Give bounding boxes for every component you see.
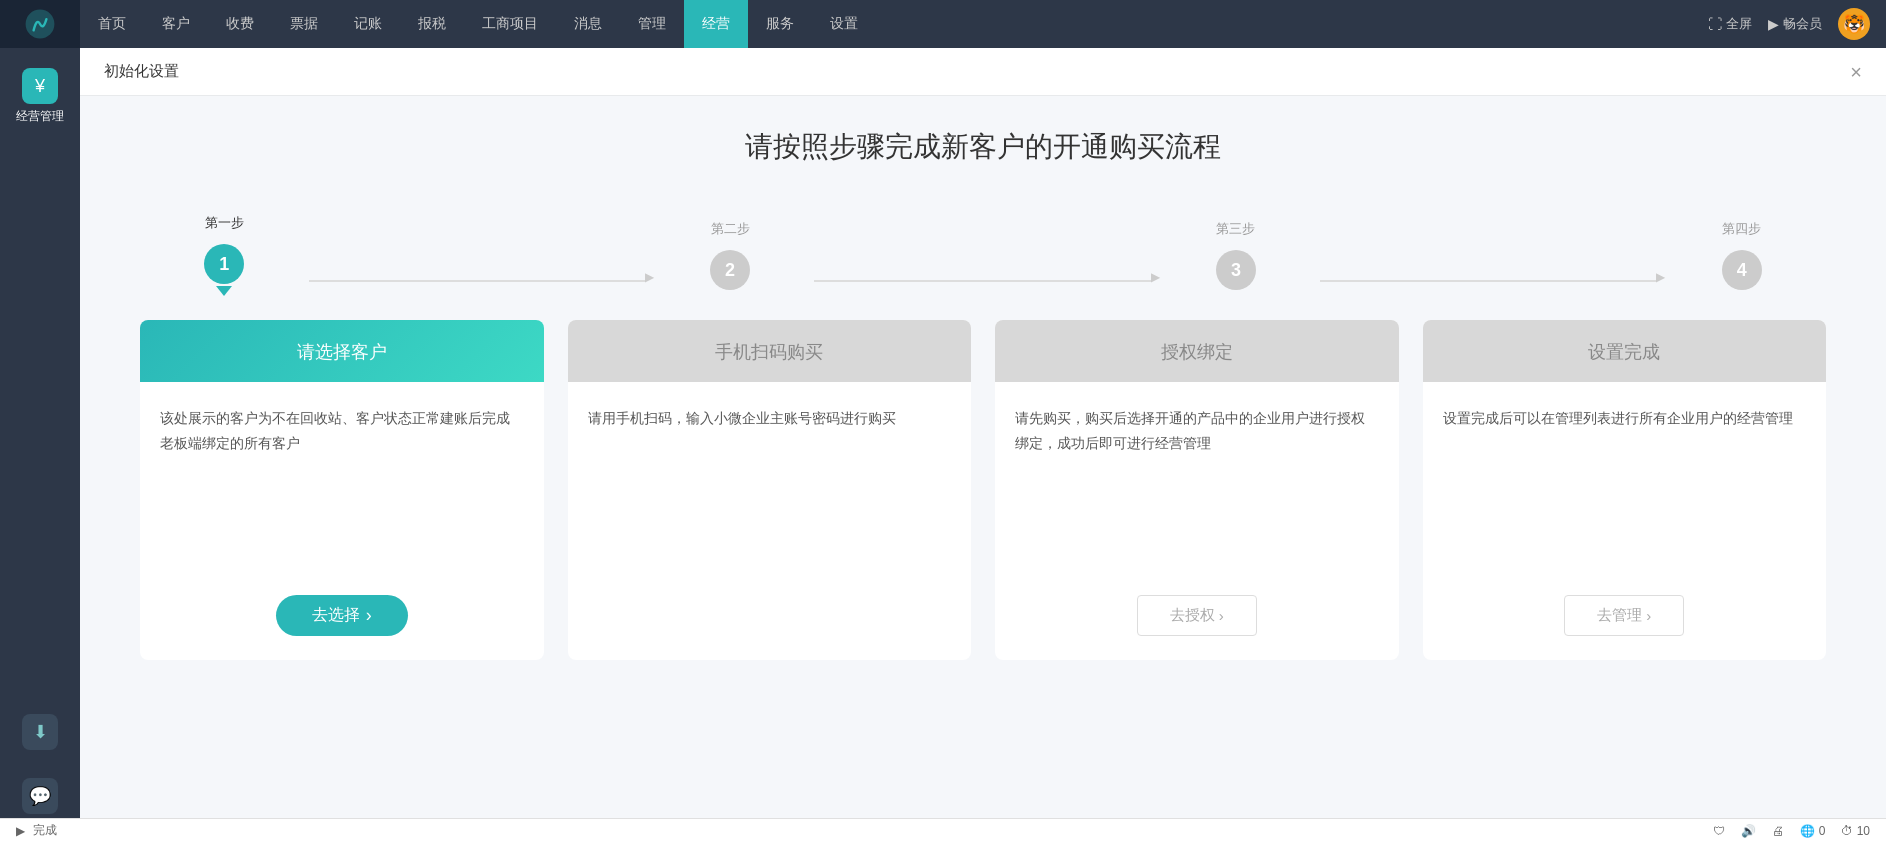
go-manage-label: 去管理 [1597,606,1642,625]
main-title: 请按照步骤完成新客户的开通购买流程 [140,128,1826,166]
logo[interactable] [0,0,80,48]
go-manage-arrow: › [1646,607,1651,624]
avatar[interactable]: 🐯 [1838,8,1870,40]
sidebar-item-download[interactable]: ⬇ [0,702,80,762]
step-1-label: 第一步 [205,214,244,232]
close-button[interactable]: × [1850,62,1862,82]
chat-icon: 💬 [22,778,58,814]
fullscreen-btn[interactable]: ⛶ 全屏 [1708,15,1752,33]
statusbar: ▶ 完成 🛡 🔊 🖨 🌐 0 ⏱ 10 [0,818,1886,842]
print-icon: 🖨 [1772,824,1784,838]
nav-item-settings[interactable]: 设置 [812,0,876,48]
sidebar: ¥ 经营管理 ⬇ 💬 [0,48,80,842]
operation-icon: ¥ [22,68,58,104]
download-icon: ⬇ [22,714,58,750]
nav-item-home[interactable]: 首页 [80,0,144,48]
step-2-circle: 2 [710,250,750,290]
card-1-body: 该处展示的客户为不在回收站、客户状态正常建账后完成老板端绑定的所有客户 [140,382,544,579]
nav-item-service[interactable]: 服务 [748,0,812,48]
step-3-label: 第三步 [1216,220,1255,238]
time-status: ⏱ 10 [1841,824,1870,838]
sidebar-item-operation[interactable]: ¥ 经营管理 [0,56,80,137]
nav-item-account[interactable]: 记账 [336,0,400,48]
card-2-footer [568,620,972,660]
vip-btn[interactable]: ▶ 畅会员 [1768,15,1822,33]
step-3-circle: 3 [1216,250,1256,290]
card-select-customer: 请选择客户 该处展示的客户为不在回收站、客户状态正常建账后完成老板端绑定的所有客… [140,320,544,660]
nav-item-customer[interactable]: 客户 [144,0,208,48]
step-4-circle: 4 [1722,250,1762,290]
nav-items: 首页 客户 收费 票据 记账 报税 工商项目 消息 管理 经营 服务 设置 [80,0,1708,48]
card-1-header: 请选择客户 [140,320,544,382]
step-1: 第一步 1 [140,214,309,296]
card-setup-complete: 设置完成 设置完成后可以在管理列表进行所有企业用户的经营管理 去管理 › [1423,320,1827,660]
cards-row: 请选择客户 该处展示的客户为不在回收站、客户状态正常建账后完成老板端绑定的所有客… [140,320,1826,660]
card-4-body: 设置完成后可以在管理列表进行所有企业用户的经营管理 [1423,382,1827,579]
card-2-body: 请用手机扫码，输入小微企业主账号密码进行购买 [568,382,972,620]
step-4: 第四步 4 [1657,220,1826,290]
nav-item-tax[interactable]: 报税 [400,0,464,48]
network-status: 🌐 0 [1800,824,1825,838]
step-4-label: 第四步 [1722,220,1761,238]
nav-item-manage[interactable]: 管理 [620,0,684,48]
page-title: 初始化设置 [104,62,179,81]
step-1-circle: 1 [204,244,244,284]
sidebar-item-label: 经营管理 [16,108,64,125]
nav-right: ⛶ 全屏 ▶ 畅会员 🐯 [1708,8,1886,40]
step-2: 第二步 2 [646,220,815,290]
go-select-label: 去选择 [312,605,360,626]
sidebar-item-chat[interactable]: 💬 [0,766,80,826]
shield-icon: 🛡 [1713,824,1725,838]
step-3: 第三步 3 [1152,220,1321,290]
card-3-footer: 去授权 › [995,579,1399,660]
nav-item-business[interactable]: 工商项目 [464,0,556,48]
connector-3-4 [1320,280,1657,282]
card-3-header: 授权绑定 [995,320,1399,382]
step-2-label: 第二步 [711,220,750,238]
nav-item-fee[interactable]: 收费 [208,0,272,48]
card-3-body: 请先购买，购买后选择开通的产品中的企业用户进行授权绑定，成功后即可进行经营管理 [995,382,1399,579]
go-authorize-button[interactable]: 去授权 › [1137,595,1257,636]
card-authorize: 授权绑定 请先购买，购买后选择开通的产品中的企业用户进行授权绑定，成功后即可进行… [995,320,1399,660]
main-area: 初始化设置 × 请按照步骤完成新客户的开通购买流程 第一步 1 第二步 2 [80,48,1886,818]
go-select-arrow: › [366,605,372,626]
card-1-footer: 去选择 › [140,579,544,660]
card-4-footer: 去管理 › [1423,579,1827,660]
card-4-header: 设置完成 [1423,320,1827,382]
card-2-header: 手机扫码购买 [568,320,972,382]
nav-item-operation[interactable]: 经营 [684,0,748,48]
nav-item-message[interactable]: 消息 [556,0,620,48]
statusbar-left: ▶ 完成 [16,822,57,839]
statusbar-right: 🛡 🔊 🖨 🌐 0 ⏱ 10 [1713,824,1870,838]
step-1-triangle [216,286,232,296]
go-manage-button[interactable]: 去管理 › [1564,595,1684,636]
connector-2-3 [814,280,1151,282]
top-nav: 首页 客户 收费 票据 记账 报税 工商项目 消息 管理 经营 服务 设置 ⛶ … [0,0,1886,48]
nav-item-bill[interactable]: 票据 [272,0,336,48]
volume-icon: 🔊 [1741,824,1756,838]
go-authorize-label: 去授权 [1170,606,1215,625]
connector-1-2 [309,280,646,282]
go-authorize-arrow: › [1219,607,1224,624]
content-area: 请按照步骤完成新客户的开通购买流程 第一步 1 第二步 2 第三步 3 [80,96,1886,818]
go-select-button[interactable]: 去选择 › [276,595,408,636]
steps-flow: 第一步 1 第二步 2 第三步 3 第四步 4 [140,214,1826,296]
status-label: 完成 [33,822,57,839]
card-scan-buy: 手机扫码购买 请用手机扫码，输入小微企业主账号密码进行购买 [568,320,972,660]
play-button[interactable]: ▶ [16,824,25,838]
page-header: 初始化设置 × [80,48,1886,96]
